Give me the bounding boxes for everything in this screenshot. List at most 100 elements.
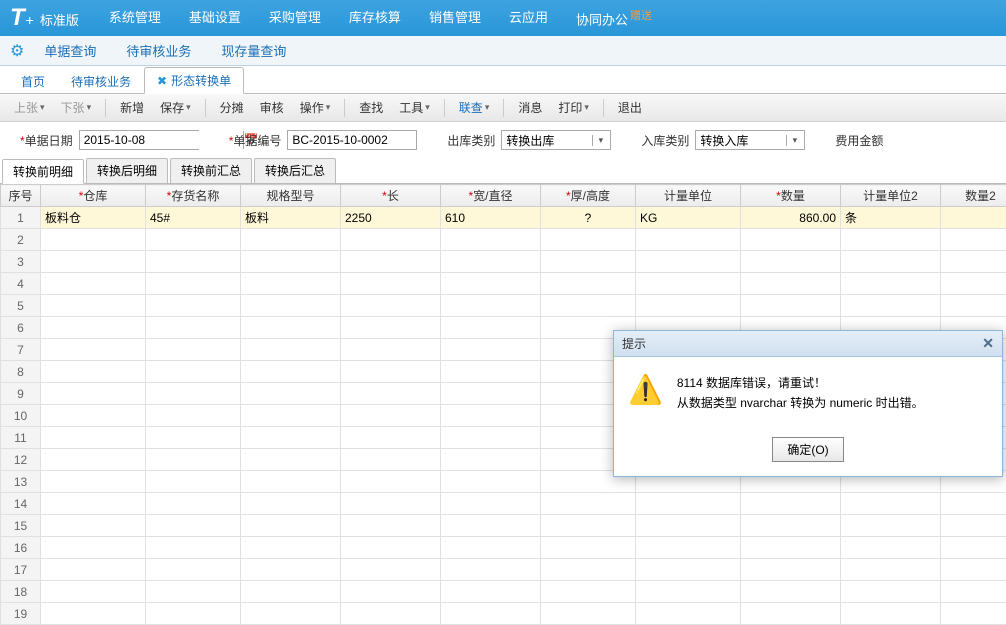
col-uom2[interactable]: 计量单位2 — [841, 185, 941, 207]
app-header: T + 标准版 系统管理 基础设置 采购管理 库存核算 销售管理 云应用 协同办… — [0, 0, 1006, 36]
tb-new[interactable]: 新增 — [114, 97, 150, 118]
table-row[interactable]: 17 — [1, 559, 1006, 581]
dialog-titlebar: 提示 ✕ — [614, 331, 1002, 357]
table-row[interactable]: 14 — [1, 493, 1006, 515]
col-seq[interactable]: 序号 — [1, 185, 41, 207]
tb-split[interactable]: 分摊 — [214, 97, 250, 118]
close-icon[interactable]: ✕ — [982, 335, 994, 352]
tb-msg[interactable]: 消息 — [512, 97, 548, 118]
chevron-down-icon: ▾ — [425, 102, 430, 113]
tab-transform[interactable]: ✖ 形态转换单 — [144, 67, 244, 94]
toolbar-separator — [444, 99, 445, 117]
tab-home[interactable]: 首页 — [8, 67, 58, 94]
table-row[interactable]: 19 — [1, 603, 1006, 625]
tb-prev[interactable]: 上张▾ — [8, 97, 51, 118]
chevron-down-icon: ▾ — [786, 135, 802, 146]
table-row[interactable]: 1板料仓45#板料2250610?KG860.00条 — [1, 207, 1006, 229]
fee-label: 费用金额 — [835, 132, 883, 149]
out-label: 出库类别 — [447, 132, 495, 149]
dialog-line2: 从数据类型 nvarchar 转换为 numeric 时出错。 — [677, 393, 924, 413]
dialog-body: ⚠️ 8114 数据库错误，请重试！ 从数据类型 nvarchar 转换为 nu… — [614, 357, 1002, 429]
col-wid[interactable]: *宽/直径 — [441, 185, 541, 207]
tb-exit[interactable]: 退出 — [612, 97, 648, 118]
col-qty[interactable]: *数量 — [741, 185, 841, 207]
toolbar-separator — [603, 99, 604, 117]
chevron-down-icon: ▾ — [584, 102, 589, 113]
table-row[interactable]: 15 — [1, 515, 1006, 537]
chevron-down-icon: ▾ — [485, 102, 490, 113]
menu-inventory[interactable]: 库存核算 — [349, 7, 401, 28]
tb-find[interactable]: 查找 — [353, 97, 389, 118]
gear-icon[interactable]: ⚙ — [10, 41, 24, 61]
tb-audit[interactable]: 审核 — [254, 97, 290, 118]
app-logo: T + 标准版 — [10, 4, 79, 32]
ok-button[interactable]: 确定(O) — [772, 437, 843, 462]
tab-transform-label: 形态转换单 — [171, 72, 231, 89]
menu-system[interactable]: 系统管理 — [109, 7, 161, 28]
sub-stock-query[interactable]: 现存量查询 — [221, 41, 286, 60]
grid-header: 序号 *仓库 *存货名称 规格型号 *长 *宽/直径 *厚/高度 计量单位 *数… — [1, 185, 1006, 207]
logo-edition: 标准版 — [40, 10, 79, 29]
col-qty2[interactable]: 数量2 — [941, 185, 1006, 207]
tb-link[interactable]: 联查▾ — [453, 97, 496, 118]
col-uom[interactable]: 计量单位 — [636, 185, 741, 207]
tb-next[interactable]: 下张▾ — [55, 97, 98, 118]
detail-tabs: 转换前明细 转换后明细 转换前汇总 转换后汇总 — [0, 158, 1006, 184]
field-fee: 费用金额 — [835, 132, 883, 149]
date-input-wrap[interactable]: 📅 — [79, 130, 199, 150]
chevron-down-icon: ▾ — [186, 102, 191, 113]
menu-collab[interactable]: 协同办公赠送 — [576, 7, 652, 28]
toolbar-separator — [344, 99, 345, 117]
toolbar: 上张▾ 下张▾ 新增 保存▾ 分摊 审核 操作▾ 查找 工具▾ 联查▾ 消息 打… — [0, 94, 1006, 122]
toolbar-separator — [503, 99, 504, 117]
table-row[interactable]: 16 — [1, 537, 1006, 559]
dtab-before-detail[interactable]: 转换前明细 — [2, 159, 84, 184]
tab-pending[interactable]: 待审核业务 — [58, 67, 144, 94]
badge-gift: 赠送 — [630, 10, 652, 22]
menu-sales[interactable]: 销售管理 — [429, 7, 481, 28]
menu-purchase[interactable]: 采购管理 — [269, 7, 321, 28]
logo-plus: + — [26, 12, 34, 28]
code-input[interactable] — [287, 130, 417, 150]
toolbar-separator — [105, 99, 106, 117]
col-wh[interactable]: *仓库 — [41, 185, 146, 207]
col-spec[interactable]: 规格型号 — [241, 185, 341, 207]
sub-pending-audit[interactable]: 待审核业务 — [126, 41, 191, 60]
sub-bill-query[interactable]: 单据查询 — [44, 41, 96, 60]
col-len[interactable]: *长 — [341, 185, 441, 207]
menu-cloud[interactable]: 云应用 — [509, 7, 548, 28]
table-row[interactable]: 18 — [1, 581, 1006, 603]
in-label: 入库类别 — [641, 132, 689, 149]
tb-tools[interactable]: 工具▾ — [393, 97, 436, 118]
warning-icon: ⚠️ — [628, 373, 663, 406]
in-select[interactable]: 转换入库▾ — [695, 130, 805, 150]
dtab-after-summary[interactable]: 转换后汇总 — [254, 158, 336, 183]
code-label: *单据编号 — [229, 132, 282, 149]
out-select[interactable]: 转换出库▾ — [501, 130, 611, 150]
date-input[interactable] — [80, 131, 243, 149]
close-icon[interactable]: ✖ — [157, 74, 167, 88]
menu-base[interactable]: 基础设置 — [189, 7, 241, 28]
field-code: *单据编号 — [229, 130, 418, 150]
main-menu: 系统管理 基础设置 采购管理 库存核算 销售管理 云应用 协同办公赠送 — [109, 7, 652, 28]
chevron-down-icon: ▾ — [87, 102, 92, 113]
tb-action[interactable]: 操作▾ — [294, 97, 337, 118]
field-out: 出库类别 转换出库▾ — [447, 130, 611, 150]
chevron-down-icon: ▾ — [592, 135, 608, 146]
logo-text: T — [10, 4, 25, 32]
table-row[interactable]: 3 — [1, 251, 1006, 273]
tb-save[interactable]: 保存▾ — [154, 97, 197, 118]
table-row[interactable]: 5 — [1, 295, 1006, 317]
field-in: 入库类别 转换入库▾ — [641, 130, 805, 150]
chevron-down-icon: ▾ — [326, 102, 331, 113]
form-row: *单据日期 📅 *单据编号 出库类别 转换出库▾ 入库类别 转换入库▾ 费用金额 — [0, 122, 1006, 158]
dtab-after-detail[interactable]: 转换后明细 — [86, 158, 168, 183]
toolbar-separator — [205, 99, 206, 117]
table-row[interactable]: 2 — [1, 229, 1006, 251]
dtab-before-summary[interactable]: 转换前汇总 — [170, 158, 252, 183]
col-inv[interactable]: *存货名称 — [146, 185, 241, 207]
tb-print[interactable]: 打印▾ — [552, 97, 595, 118]
chevron-down-icon: ▾ — [40, 102, 45, 113]
table-row[interactable]: 4 — [1, 273, 1006, 295]
col-thk[interactable]: *厚/高度 — [541, 185, 636, 207]
